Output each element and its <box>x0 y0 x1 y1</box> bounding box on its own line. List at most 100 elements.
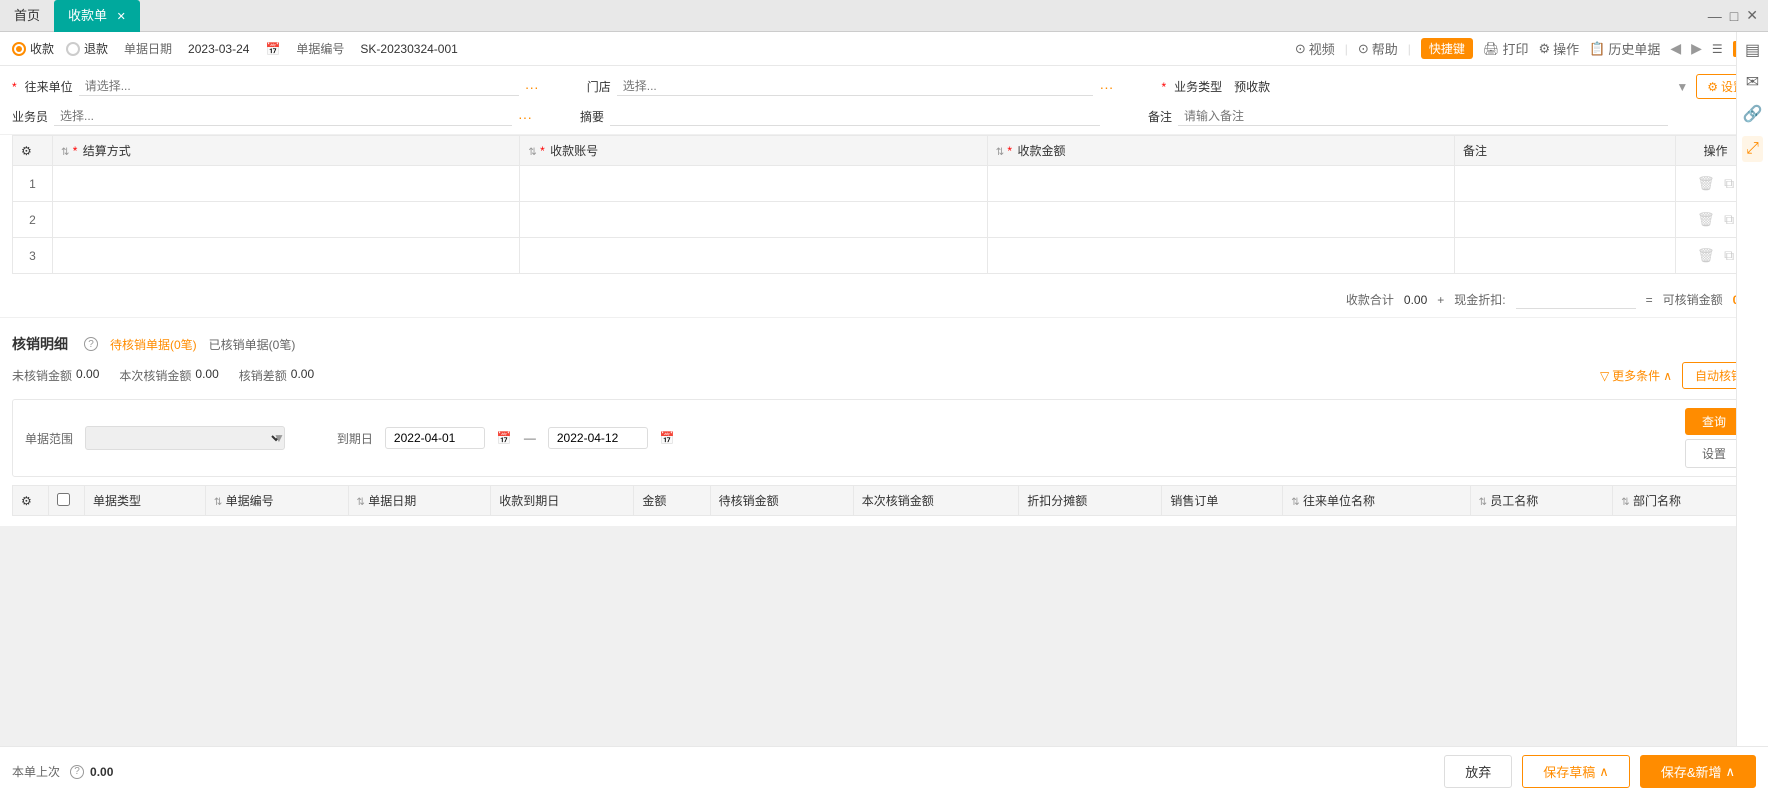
prev-btn[interactable]: ◀ <box>1670 40 1681 57</box>
sidebar-table-icon[interactable]: ▤ <box>1745 40 1760 60</box>
query-btn[interactable]: 查询 <box>1685 408 1743 435</box>
date-to-input[interactable] <box>548 427 648 449</box>
note-input[interactable] <box>1178 107 1668 126</box>
store-more-btn[interactable]: ··· <box>1099 79 1113 95</box>
shortcut-btn[interactable]: 快捷键 <box>1421 38 1473 59</box>
maximize-btn[interactable]: □ <box>1730 8 1738 24</box>
window-controls: — □ ✕ <box>1708 7 1768 24</box>
account-cell-3[interactable] <box>520 238 987 274</box>
menu-list-icon[interactable]: ☰ <box>1712 42 1723 56</box>
sidebar-email-icon[interactable]: ✉ <box>1746 72 1759 92</box>
store-input[interactable] <box>617 77 1094 96</box>
summary-input[interactable] <box>610 107 1100 126</box>
business-type-value: 预收款 <box>1234 78 1270 95</box>
operation-btn[interactable]: ⚙ 操作 <box>1538 39 1579 58</box>
range-select[interactable] <box>85 426 285 450</box>
note-cell-1[interactable] <box>1455 166 1676 202</box>
more-filter-btn[interactable]: ▽ 更多条件 ∧ <box>1600 367 1672 384</box>
partner-more-btn[interactable]: ··· <box>525 79 539 95</box>
partner-field: * 往来单位 ··· <box>12 77 539 96</box>
tab-home[interactable]: 首页 <box>0 0 54 32</box>
delete-icon-2[interactable]: 🗑 <box>1697 211 1715 227</box>
table-gear-header[interactable]: ⚙ <box>13 136 53 166</box>
col-pending: 待核销金额 <box>710 486 853 516</box>
tab-receipt[interactable]: 收款单 ✕ <box>54 0 140 32</box>
filter-row: 单据范围 ▼ 到期日 📅 — 📅 查询 设置 <box>12 399 1756 477</box>
partner-input[interactable] <box>79 77 519 96</box>
video-btn[interactable]: ⊙ 视频 <box>1295 39 1335 58</box>
minimize-btn[interactable]: — <box>1708 8 1722 24</box>
filter-icon: ▽ <box>1600 369 1609 383</box>
sidebar-attachment-icon[interactable]: 🔗 <box>1743 104 1763 124</box>
last-info-icon[interactable]: ? <box>70 765 84 779</box>
bottom-gear-icon: ⚙ <box>21 494 32 508</box>
main-content: 收款 退款 单据日期 2023-03-24 📅 单据编号 SK-20230324… <box>0 32 1768 526</box>
refund-radio[interactable]: 退款 <box>66 40 108 57</box>
note-cell-3[interactable] <box>1455 238 1676 274</box>
salesman-more-btn[interactable]: ··· <box>518 109 532 125</box>
partner-label: 往来单位 <box>25 78 73 95</box>
amount-cell-2[interactable] <box>987 202 1454 238</box>
delete-icon-3[interactable]: 🗑 <box>1697 247 1715 263</box>
tab-bar: 首页 收款单 ✕ — □ ✕ <box>0 0 1768 32</box>
net-label: 可核销金额 <box>1663 291 1723 308</box>
note-cell-2[interactable] <box>1455 202 1676 238</box>
form-row-2: 业务员 ··· 摘要 备注 <box>12 107 1756 126</box>
copy-icon-3[interactable]: ⧉ <box>1724 247 1734 263</box>
amount-cell-1[interactable] <box>987 166 1454 202</box>
date-from-input[interactable] <box>385 427 485 449</box>
sidebar-expand-icon[interactable]: ⤢ <box>1742 136 1763 162</box>
recon-info-icon[interactable]: ? <box>84 337 98 351</box>
calendar-icon[interactable]: 📅 <box>265 42 280 56</box>
history-btn[interactable]: 📋 历史单据 <box>1589 39 1660 58</box>
discount-input[interactable] <box>1516 290 1636 309</box>
copy-icon-1[interactable]: ⧉ <box>1724 175 1734 191</box>
table-row: 3 🗑 ⧉ <box>13 238 1756 274</box>
next-btn[interactable]: ▶ <box>1691 40 1702 57</box>
help-btn[interactable]: ⊙ 帮助 <box>1358 39 1398 58</box>
settlement-cell-3[interactable] <box>53 238 520 274</box>
account-cell-2[interactable] <box>520 202 987 238</box>
save-draft-btn[interactable]: 保存草稿 ∧ <box>1522 755 1630 788</box>
settlement-cell-1[interactable] <box>53 166 520 202</box>
filter-settings-btn[interactable]: 设置 <box>1685 439 1743 468</box>
receipt-radio[interactable]: 收款 <box>12 40 54 57</box>
account-cell-1[interactable] <box>520 166 987 202</box>
amount-cell-3[interactable] <box>987 238 1454 274</box>
salesman-input[interactable] <box>54 107 512 126</box>
date-to-icon[interactable]: 📅 <box>660 431 675 445</box>
number-label: 单据编号 <box>296 40 344 57</box>
date-from-icon[interactable]: 📅 <box>497 431 512 445</box>
col-type: 单据类型 <box>85 486 206 516</box>
tab-pending[interactable]: 待核销单据(0笔) <box>110 336 197 353</box>
summary-label: 摘要 <box>580 108 604 125</box>
tab-done[interactable]: 已核销单据(0笔) <box>209 336 296 353</box>
save-new-chevron[interactable]: ∧ <box>1725 764 1735 780</box>
footer: 本单上次 ? 0.00 放弃 保存草稿 ∧ 保存&新增 ∧ <box>0 746 1768 796</box>
settlement-cell-2[interactable] <box>53 202 520 238</box>
form-row-1: * 往来单位 ··· 门店 ··· * 业务类型 预收款 ▼ ⚙ 设置 <box>12 74 1756 99</box>
delete-icon-1[interactable]: 🗑 <box>1697 175 1715 191</box>
range-chevron[interactable]: ▼ <box>273 431 285 445</box>
recon-title: 核销明细 <box>12 334 68 354</box>
business-type-chevron[interactable]: ▼ <box>1676 80 1688 94</box>
due-date-label: 到期日 <box>337 430 373 447</box>
col-amount: 金额 <box>634 486 710 516</box>
last-label: 本单上次 <box>12 763 60 780</box>
col-employee: ⇅ 员工名称 <box>1470 486 1613 516</box>
col-partner: ⇅ 往来单位名称 <box>1283 486 1470 516</box>
print-btn[interactable]: 🖨 打印 <box>1483 39 1529 58</box>
abandon-btn[interactable]: 放弃 <box>1444 755 1512 788</box>
total-value: 0.00 <box>1404 293 1427 307</box>
bottom-gear-header[interactable]: ⚙ <box>13 486 49 516</box>
note-label: 备注 <box>1148 108 1172 125</box>
copy-icon-2[interactable]: ⧉ <box>1724 211 1734 227</box>
save-draft-chevron[interactable]: ∧ <box>1599 764 1609 780</box>
close-btn[interactable]: ✕ <box>1746 7 1758 24</box>
select-all-checkbox[interactable] <box>57 493 70 506</box>
bottom-checkbox-header[interactable] <box>49 486 85 516</box>
save-new-btn[interactable]: 保存&新增 ∧ <box>1640 755 1756 788</box>
business-type-label: 业务类型 <box>1174 78 1222 95</box>
bottom-table: ⚙ 单据类型 ⇅ 单据编号 ⇅ 单据日期 <box>12 485 1756 516</box>
tab-close-icon[interactable]: ✕ <box>117 11 126 23</box>
